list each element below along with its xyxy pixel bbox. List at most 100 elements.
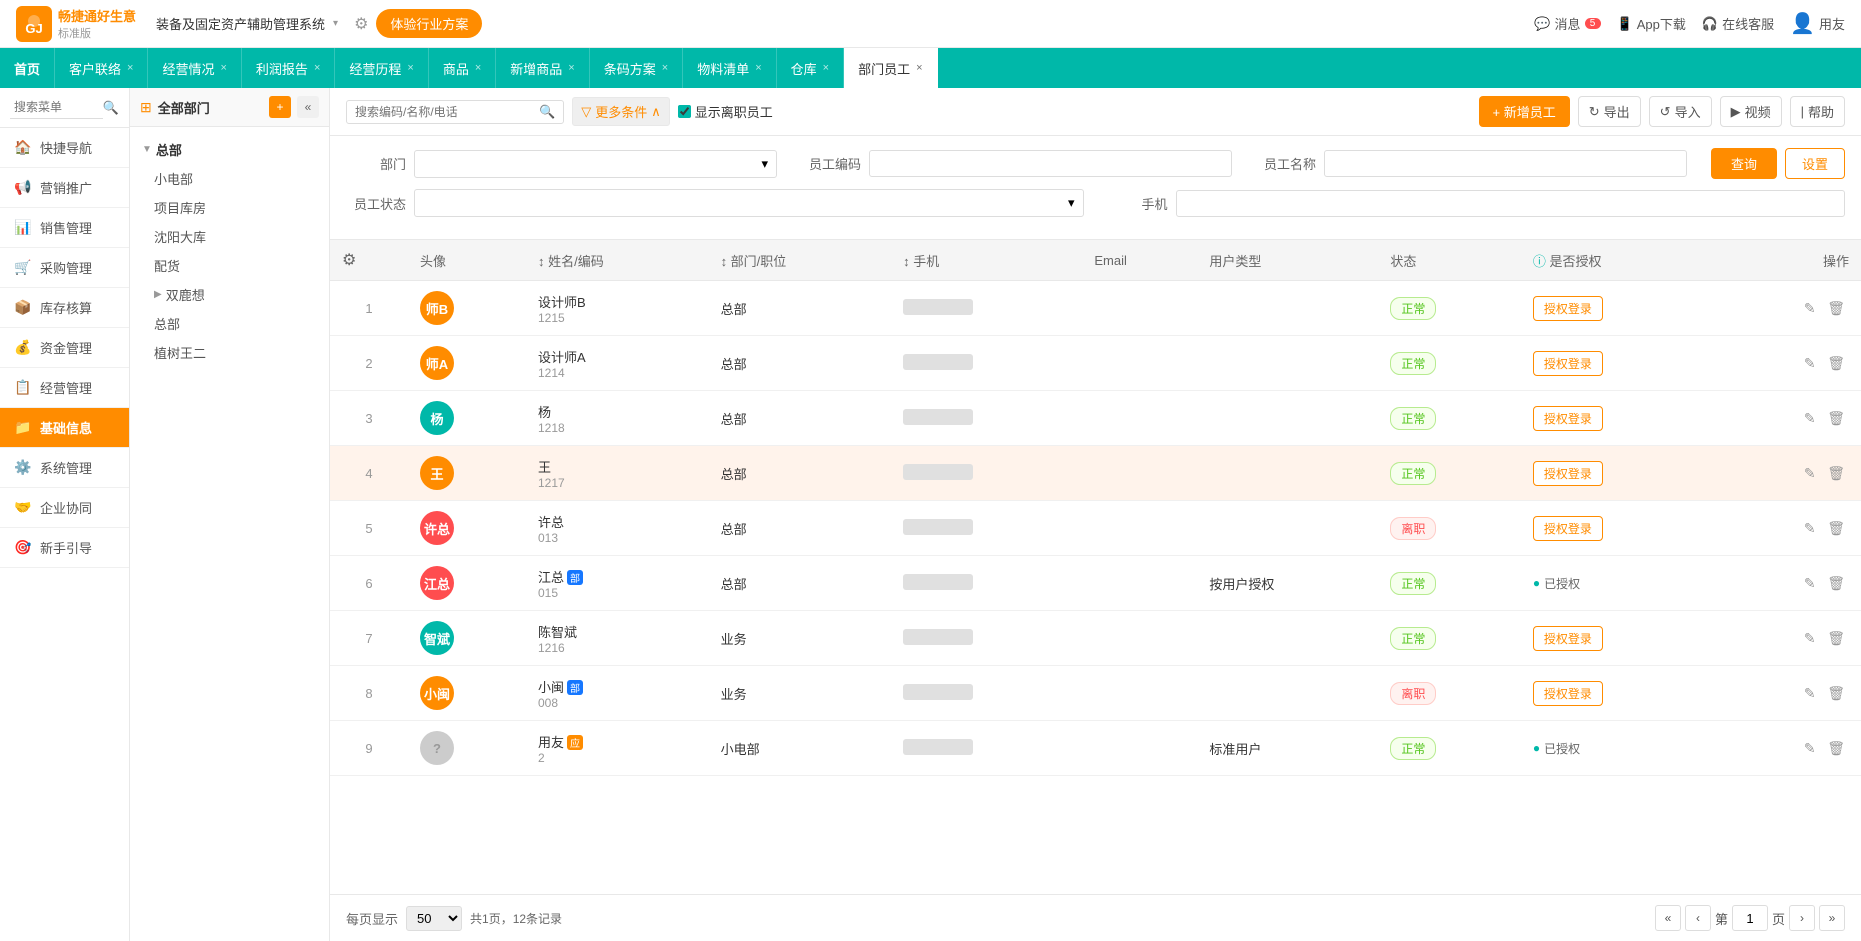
edit-btn[interactable]: ✎ xyxy=(1800,628,1820,649)
close-icon[interactable]: × xyxy=(662,62,668,74)
tree-node-root[interactable]: ▼ 总部 xyxy=(130,135,329,164)
sidebar-item-sales[interactable]: 📊 销售管理 xyxy=(0,208,129,248)
edit-btn[interactable]: ✎ xyxy=(1800,738,1820,759)
tab-add-product[interactable]: 新增商品 × xyxy=(496,48,589,88)
delete-btn[interactable]: 🗑 xyxy=(1823,353,1849,374)
tab-product[interactable]: 商品 × xyxy=(429,48,496,88)
view-btn[interactable]: ▶ 视频 xyxy=(1720,96,1782,127)
sidebar-item-nav[interactable]: 🏠 快捷导航 xyxy=(0,128,129,168)
search-icon[interactable]: 🔍 xyxy=(539,104,555,120)
close-icon[interactable]: × xyxy=(220,62,226,74)
sidebar-search-input[interactable] xyxy=(10,96,103,119)
tab-operation[interactable]: 经营情况 × xyxy=(148,48,241,88)
sidebar-item-finance[interactable]: 💰 资金管理 xyxy=(0,328,129,368)
delete-btn[interactable]: 🗑 xyxy=(1823,573,1849,594)
sidebar-item-cooperation[interactable]: 🤝 企业协同 xyxy=(0,488,129,528)
tree-node-xiaodibu[interactable]: 小电部 xyxy=(130,164,329,193)
close-icon[interactable]: × xyxy=(755,62,761,74)
tree-node-shenyangdaku[interactable]: 沈阳大库 xyxy=(130,222,329,251)
set-btn[interactable]: 设置 xyxy=(1785,148,1845,179)
user-item[interactable]: 👤 用友 xyxy=(1790,11,1845,36)
last-page-btn[interactable]: » xyxy=(1819,905,1845,931)
emp-code-input[interactable] xyxy=(869,150,1232,177)
auth-btn[interactable]: 授权登录 xyxy=(1533,351,1603,376)
export-btn[interactable]: ↻ 导出 xyxy=(1578,96,1641,127)
close-icon[interactable]: × xyxy=(407,62,413,74)
close-icon[interactable]: × xyxy=(568,62,574,74)
search-input[interactable] xyxy=(355,105,535,119)
tree-node-xiangmuku[interactable]: 项目库房 xyxy=(130,193,329,222)
tree-all-dept-label[interactable]: 全部部门 xyxy=(158,98,263,117)
delete-btn[interactable]: 🗑 xyxy=(1823,298,1849,319)
delete-btn[interactable]: 🗑 xyxy=(1823,628,1849,649)
search-btn[interactable]: 查询 xyxy=(1711,148,1777,179)
more-conditions-btn[interactable]: ▽ 更多条件 ∧ xyxy=(572,97,670,126)
edit-btn[interactable]: ✎ xyxy=(1800,408,1820,429)
delete-btn[interactable]: 🗑 xyxy=(1823,518,1849,539)
system-dropdown-arrow[interactable]: ▾ xyxy=(333,18,338,29)
delete-btn[interactable]: 🗑 xyxy=(1823,683,1849,704)
edit-btn[interactable]: ✎ xyxy=(1800,353,1820,374)
tree-collapse-btn[interactable]: « xyxy=(297,96,319,118)
delete-btn[interactable]: 🗑 xyxy=(1823,408,1849,429)
sidebar-item-inventory[interactable]: 📦 库存核算 xyxy=(0,288,129,328)
sidebar-item-basic[interactable]: 📁 基础信息 xyxy=(0,408,129,448)
auth-btn[interactable]: 授权登录 xyxy=(1533,626,1603,651)
first-page-btn[interactable]: « xyxy=(1655,905,1681,931)
tab-profit[interactable]: 利润报告 × xyxy=(242,48,335,88)
edit-btn[interactable]: ✎ xyxy=(1800,683,1820,704)
tree-node-zhishuwang[interactable]: 植树王二 xyxy=(130,338,329,367)
tab-home[interactable]: 首页 xyxy=(0,48,55,88)
sidebar-item-marketing[interactable]: 📢 营销推广 xyxy=(0,168,129,208)
help-btn[interactable]: | 帮助 xyxy=(1790,96,1845,127)
tab-employees[interactable]: 部门员工 × xyxy=(844,48,937,88)
import-btn[interactable]: ↺ 导入 xyxy=(1649,96,1712,127)
close-icon[interactable]: × xyxy=(127,62,133,74)
column-settings-icon[interactable]: ⚙ xyxy=(342,252,356,269)
auth-btn[interactable]: 授权登录 xyxy=(1533,516,1603,541)
auth-btn[interactable]: 授权登录 xyxy=(1533,461,1603,486)
tree-add-btn[interactable]: + xyxy=(269,96,291,118)
sidebar-item-operation[interactable]: 📋 经营管理 xyxy=(0,368,129,408)
message-item[interactable]: 💬 消息 5 xyxy=(1534,14,1600,33)
edit-btn[interactable]: ✎ xyxy=(1800,463,1820,484)
page-size-select[interactable]: 50 100 200 xyxy=(406,906,462,931)
auth-btn[interactable]: 授权登录 xyxy=(1533,681,1603,706)
tab-barcode[interactable]: 条码方案 × xyxy=(590,48,683,88)
close-icon[interactable]: × xyxy=(314,62,320,74)
auth-btn[interactable]: 授权登录 xyxy=(1533,296,1603,321)
tree-node-peihuo[interactable]: 配货 xyxy=(130,251,329,280)
edit-btn[interactable]: ✎ xyxy=(1800,298,1820,319)
close-icon[interactable]: × xyxy=(475,62,481,74)
app-download-item[interactable]: 📱 App下载 xyxy=(1617,14,1686,33)
close-icon[interactable]: × xyxy=(823,62,829,74)
dept-select[interactable]: ▾ xyxy=(414,150,777,178)
auth-btn[interactable]: 授权登录 xyxy=(1533,406,1603,431)
edit-btn[interactable]: ✎ xyxy=(1800,573,1820,594)
tab-warehouse[interactable]: 仓库 × xyxy=(777,48,844,88)
prev-page-btn[interactable]: ‹ xyxy=(1685,905,1711,931)
delete-btn[interactable]: 🗑 xyxy=(1823,738,1849,759)
tree-node-shuangluxiang[interactable]: ▶ 双鹿想 xyxy=(130,280,329,309)
emp-status-select[interactable]: ▾ xyxy=(414,189,1084,217)
show-resigned-checkbox[interactable]: 显示离职员工 xyxy=(678,102,773,121)
tab-bom[interactable]: 物料清单 × xyxy=(683,48,776,88)
sidebar-item-guide[interactable]: 🎯 新手引导 xyxy=(0,528,129,568)
phone-input[interactable] xyxy=(1176,190,1846,217)
tree-node-zongbu[interactable]: 总部 xyxy=(130,309,329,338)
tab-customer[interactable]: 客户联络 × xyxy=(55,48,148,88)
online-service-item[interactable]: 🎧 在线客服 xyxy=(1702,14,1774,33)
tab-history[interactable]: 经营历程 × xyxy=(335,48,428,88)
experience-button[interactable]: 体验行业方案 xyxy=(376,9,482,38)
gear-icon[interactable]: ⚙ xyxy=(354,14,368,34)
next-page-btn[interactable]: › xyxy=(1789,905,1815,931)
sidebar-item-system[interactable]: ⚙️ 系统管理 xyxy=(0,448,129,488)
close-icon[interactable]: × xyxy=(916,62,922,74)
show-resigned-input[interactable] xyxy=(678,105,691,118)
delete-btn[interactable]: 🗑 xyxy=(1823,463,1849,484)
sidebar-item-purchase[interactable]: 🛒 采购管理 xyxy=(0,248,129,288)
page-input[interactable] xyxy=(1732,905,1768,931)
edit-btn[interactable]: ✎ xyxy=(1800,518,1820,539)
emp-name-input[interactable] xyxy=(1324,150,1687,177)
add-employee-btn[interactable]: + 新增员工 xyxy=(1479,96,1570,127)
